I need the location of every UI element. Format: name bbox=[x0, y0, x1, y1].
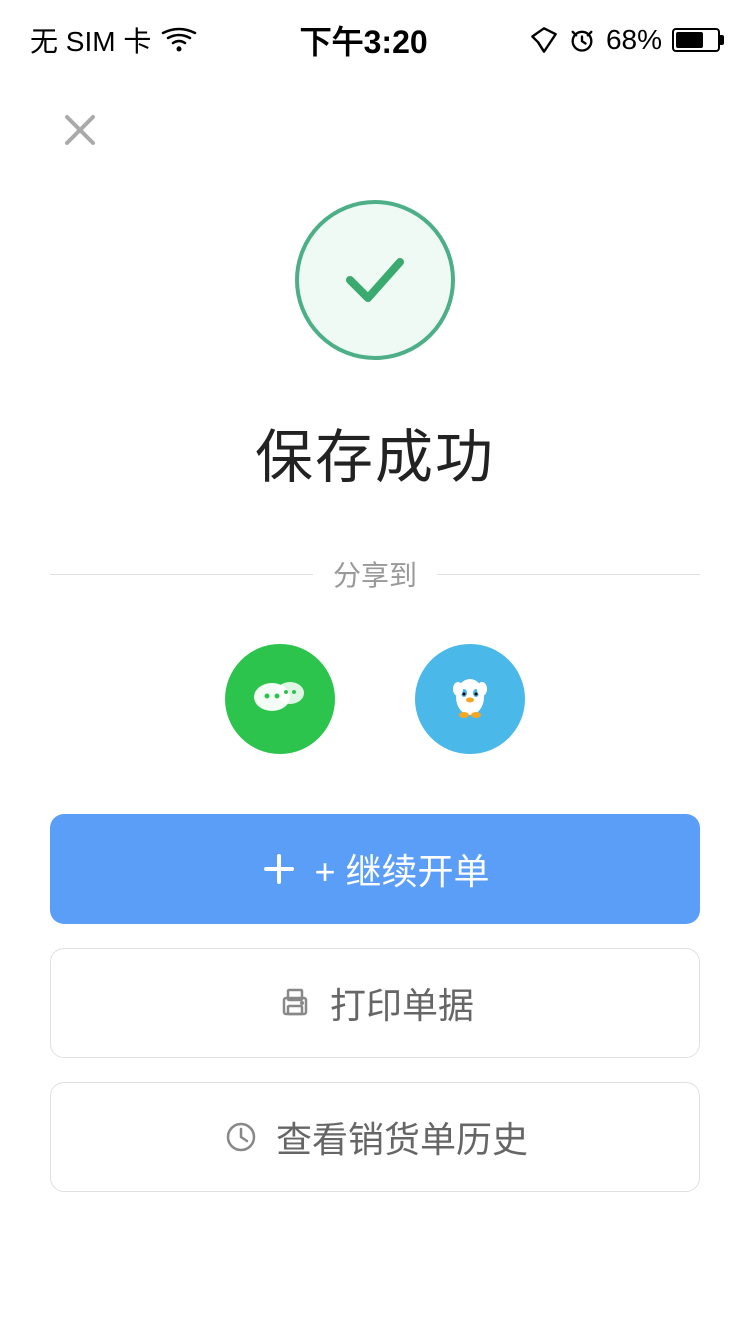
close-row bbox=[0, 80, 750, 180]
continue-label: + 继续开单 bbox=[314, 843, 489, 895]
wechat-share-button[interactable] bbox=[225, 644, 335, 754]
history-label: 查看销货单历史 bbox=[276, 1111, 528, 1163]
wechat-icon bbox=[248, 667, 312, 731]
checkmark-icon bbox=[335, 240, 415, 320]
main-content: 保存成功 分享到 bbox=[0, 180, 750, 1334]
print-button[interactable]: 打印单据 bbox=[50, 948, 700, 1058]
no-sim-text: 无 SIM 卡 bbox=[30, 20, 151, 60]
status-right: 68% bbox=[530, 24, 720, 56]
continue-button[interactable]: + 继续开单 bbox=[50, 814, 700, 924]
qq-share-button[interactable] bbox=[415, 644, 525, 754]
share-section: 分享到 bbox=[50, 554, 700, 754]
close-icon bbox=[59, 109, 101, 151]
print-icon bbox=[276, 984, 314, 1022]
success-circle bbox=[295, 200, 455, 360]
alarm-icon bbox=[568, 26, 596, 54]
battery-percent: 68% bbox=[606, 24, 662, 56]
close-button[interactable] bbox=[50, 100, 110, 160]
status-bar: 无 SIM 卡 下午3:20 68% bbox=[0, 0, 750, 80]
battery-indicator bbox=[672, 28, 720, 52]
location-icon bbox=[530, 26, 558, 54]
status-time: 下午3:20 bbox=[300, 17, 428, 63]
plus-icon bbox=[260, 850, 298, 888]
history-icon bbox=[222, 1118, 260, 1156]
print-label: 打印单据 bbox=[330, 977, 474, 1029]
history-button[interactable]: 查看销货单历史 bbox=[50, 1082, 700, 1192]
status-left: 无 SIM 卡 bbox=[30, 20, 197, 60]
qq-icon bbox=[438, 667, 502, 731]
wifi-icon bbox=[161, 26, 197, 54]
buttons-section: + 继续开单 打印单据 查看销货单历史 bbox=[50, 814, 700, 1192]
success-title: 保存成功 bbox=[255, 410, 495, 494]
share-icons bbox=[50, 644, 700, 754]
share-divider: 分享到 bbox=[50, 554, 700, 594]
share-label: 分享到 bbox=[333, 554, 417, 594]
